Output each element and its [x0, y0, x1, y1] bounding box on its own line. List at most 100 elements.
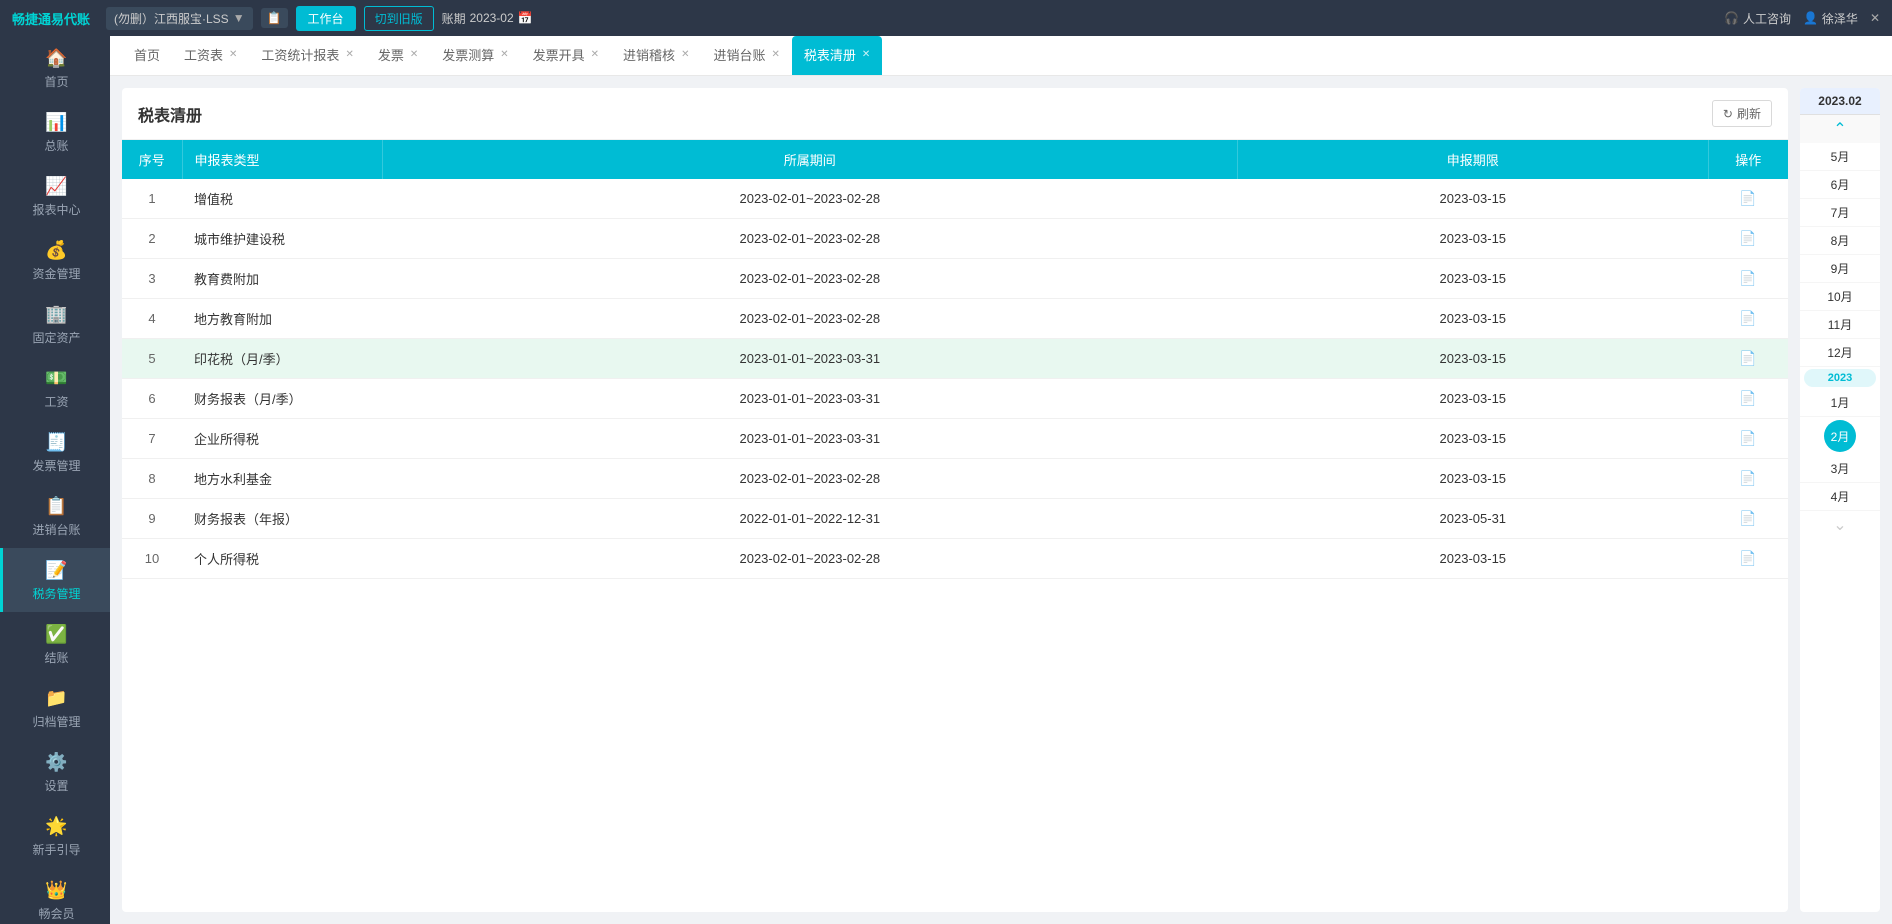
- cell-no: 9: [122, 499, 182, 539]
- cell-no: 5: [122, 339, 182, 379]
- table-row: 5 印花税（月/季） 2023-01-01~2023-03-31 2023-03…: [122, 339, 1788, 379]
- action-view-icon[interactable]: 📄: [1739, 310, 1756, 326]
- sidebar-item-vip[interactable]: 👑 畅会员: [0, 868, 110, 924]
- tab-salary-stats-close[interactable]: ✕: [345, 49, 353, 60]
- tab-purchase-audit[interactable]: 进销稽核 ✕: [611, 36, 701, 76]
- sidebar-item-guide-label: 新手引导: [32, 841, 80, 858]
- user-menu[interactable]: 👤 徐泽华: [1803, 10, 1858, 27]
- date-month-3[interactable]: 3月: [1800, 455, 1880, 483]
- year-2023-label: 2023: [1804, 369, 1876, 387]
- date-month-10[interactable]: 10月: [1800, 283, 1880, 311]
- refresh-button[interactable]: ↻ 刷新: [1712, 100, 1772, 127]
- action-view-icon[interactable]: 📄: [1739, 350, 1756, 366]
- cell-deadline: 2023-03-15: [1238, 339, 1708, 379]
- sidebar-item-guide[interactable]: 🌟 新手引导: [0, 804, 110, 868]
- cell-action: 📄: [1708, 259, 1788, 299]
- tab-purchase-ledger-close[interactable]: ✕: [771, 49, 779, 60]
- date-panel: 2023.02 ⌃ 5月 6月 7月 8月 9月 10月 11月 12月 202…: [1800, 88, 1880, 912]
- sidebar-item-home[interactable]: 🏠 首页: [0, 36, 110, 100]
- tab-tax-register[interactable]: 税表清册 ✕: [792, 36, 882, 76]
- vip-icon: 👑: [45, 880, 67, 901]
- action-view-icon[interactable]: 📄: [1739, 510, 1756, 526]
- cell-period: 2023-02-01~2023-02-28: [382, 459, 1238, 499]
- sidebar-item-fund[interactable]: 💰 资金管理: [0, 228, 110, 292]
- period-value: 2023-02: [470, 11, 514, 25]
- date-month-5[interactable]: 5月: [1800, 143, 1880, 171]
- company-selector[interactable]: (勿删）江西服宝·LSS ▼: [106, 7, 253, 30]
- date-month-11[interactable]: 11月: [1800, 311, 1880, 339]
- cell-type: 企业所得税: [182, 419, 382, 459]
- page-content: 税表清册 ↻ 刷新 序号 申报表类型: [110, 76, 1892, 924]
- table-row: 7 企业所得税 2023-01-01~2023-03-31 2023-03-15…: [122, 419, 1788, 459]
- cell-deadline: 2023-03-15: [1238, 419, 1708, 459]
- tab-invoice[interactable]: 发票 ✕: [366, 36, 430, 76]
- col-no: 序号: [122, 140, 182, 179]
- date-month-6[interactable]: 6月: [1800, 171, 1880, 199]
- action-view-icon[interactable]: 📄: [1739, 430, 1756, 446]
- tax-icon: 📝: [45, 560, 67, 581]
- calendar-icon[interactable]: 📅: [518, 11, 533, 25]
- tab-invoice-calc-close[interactable]: ✕: [500, 49, 508, 60]
- cell-no: 1: [122, 179, 182, 219]
- tab-home[interactable]: 首页: [122, 36, 172, 76]
- ai-consult-btn[interactable]: 🎧 人工咨询: [1724, 10, 1791, 27]
- sidebar-item-archive[interactable]: 📁 归档管理: [0, 676, 110, 740]
- company-name: (勿删）江西服宝·LSS: [114, 10, 229, 27]
- tab-purchase-audit-label: 进销稽核: [623, 45, 675, 64]
- fund-icon: 💰: [45, 240, 67, 261]
- date-month-2-active[interactable]: 2月: [1824, 420, 1856, 452]
- action-view-icon[interactable]: 📄: [1739, 390, 1756, 406]
- tab-invoice-issue-close[interactable]: ✕: [591, 49, 599, 60]
- company-edit-button[interactable]: 📋: [261, 8, 288, 28]
- sidebar-item-assets-label: 固定资产: [32, 329, 80, 346]
- sidebar-item-assets[interactable]: 🏢 固定资产: [0, 292, 110, 356]
- date-month-1[interactable]: 1月: [1800, 389, 1880, 417]
- period-label: 账期: [442, 10, 466, 27]
- date-month-12[interactable]: 12月: [1800, 339, 1880, 367]
- table-row: 8 地方水利基金 2023-02-01~2023-02-28 2023-03-1…: [122, 459, 1788, 499]
- sidebar-item-tax[interactable]: 📝 税务管理: [0, 548, 110, 612]
- sidebar-item-settings[interactable]: ⚙️ 设置: [0, 740, 110, 804]
- cell-period: 2023-01-01~2023-03-31: [382, 379, 1238, 419]
- tab-tax-register-close[interactable]: ✕: [862, 49, 870, 60]
- action-view-icon[interactable]: 📄: [1739, 190, 1756, 206]
- cell-action: 📄: [1708, 339, 1788, 379]
- close-window-button[interactable]: ✕: [1870, 11, 1880, 25]
- cell-period: 2022-01-01~2022-12-31: [382, 499, 1238, 539]
- cell-period: 2023-02-01~2023-02-28: [382, 179, 1238, 219]
- tab-invoice-issue[interactable]: 发票开具 ✕: [521, 36, 611, 76]
- action-view-icon[interactable]: 📄: [1739, 230, 1756, 246]
- tab-salary-table[interactable]: 工资表 ✕: [172, 36, 249, 76]
- date-month-8[interactable]: 8月: [1800, 227, 1880, 255]
- tab-salary-stats[interactable]: 工资统计报表 ✕: [249, 36, 365, 76]
- col-type: 申报表类型: [182, 140, 382, 179]
- tab-invoice-close[interactable]: ✕: [410, 49, 418, 60]
- sidebar-item-ledger[interactable]: 📊 总账: [0, 100, 110, 164]
- sidebar-item-invoice[interactable]: 🧾 发票管理: [0, 420, 110, 484]
- action-view-icon[interactable]: 📄: [1739, 470, 1756, 486]
- cell-type: 印花税（月/季）: [182, 339, 382, 379]
- cell-no: 8: [122, 459, 182, 499]
- date-month-9[interactable]: 9月: [1800, 255, 1880, 283]
- date-month-4[interactable]: 4月: [1800, 483, 1880, 511]
- sidebar-item-salary[interactable]: 💵 工资: [0, 356, 110, 420]
- sidebar-item-ledger-label: 总账: [44, 137, 68, 154]
- sidebar-item-purchase-sales[interactable]: 📋 进销台账: [0, 484, 110, 548]
- sidebar-item-vip-label: 畅会员: [38, 905, 74, 922]
- action-view-icon[interactable]: 📄: [1739, 550, 1756, 566]
- tab-invoice-label: 发票: [378, 45, 404, 64]
- switch-version-button[interactable]: 切到旧版: [364, 6, 434, 31]
- date-month-7[interactable]: 7月: [1800, 199, 1880, 227]
- date-scroll-down[interactable]: ⌄: [1800, 511, 1880, 539]
- refresh-icon: ↻: [1723, 107, 1733, 121]
- tab-purchase-audit-close[interactable]: ✕: [681, 49, 689, 60]
- tab-salary-table-close[interactable]: ✕: [229, 49, 237, 60]
- action-view-icon[interactable]: 📄: [1739, 270, 1756, 286]
- workbench-button[interactable]: 工作台: [296, 6, 356, 31]
- tab-purchase-ledger[interactable]: 进销台账 ✕: [701, 36, 791, 76]
- date-scroll-up[interactable]: ⌃: [1800, 115, 1880, 143]
- tab-invoice-calc[interactable]: 发票测算 ✕: [430, 36, 520, 76]
- sidebar-item-closing[interactable]: ✅ 结账: [0, 612, 110, 676]
- cell-action: 📄: [1708, 219, 1788, 259]
- sidebar-item-reports[interactable]: 📈 报表中心: [0, 164, 110, 228]
